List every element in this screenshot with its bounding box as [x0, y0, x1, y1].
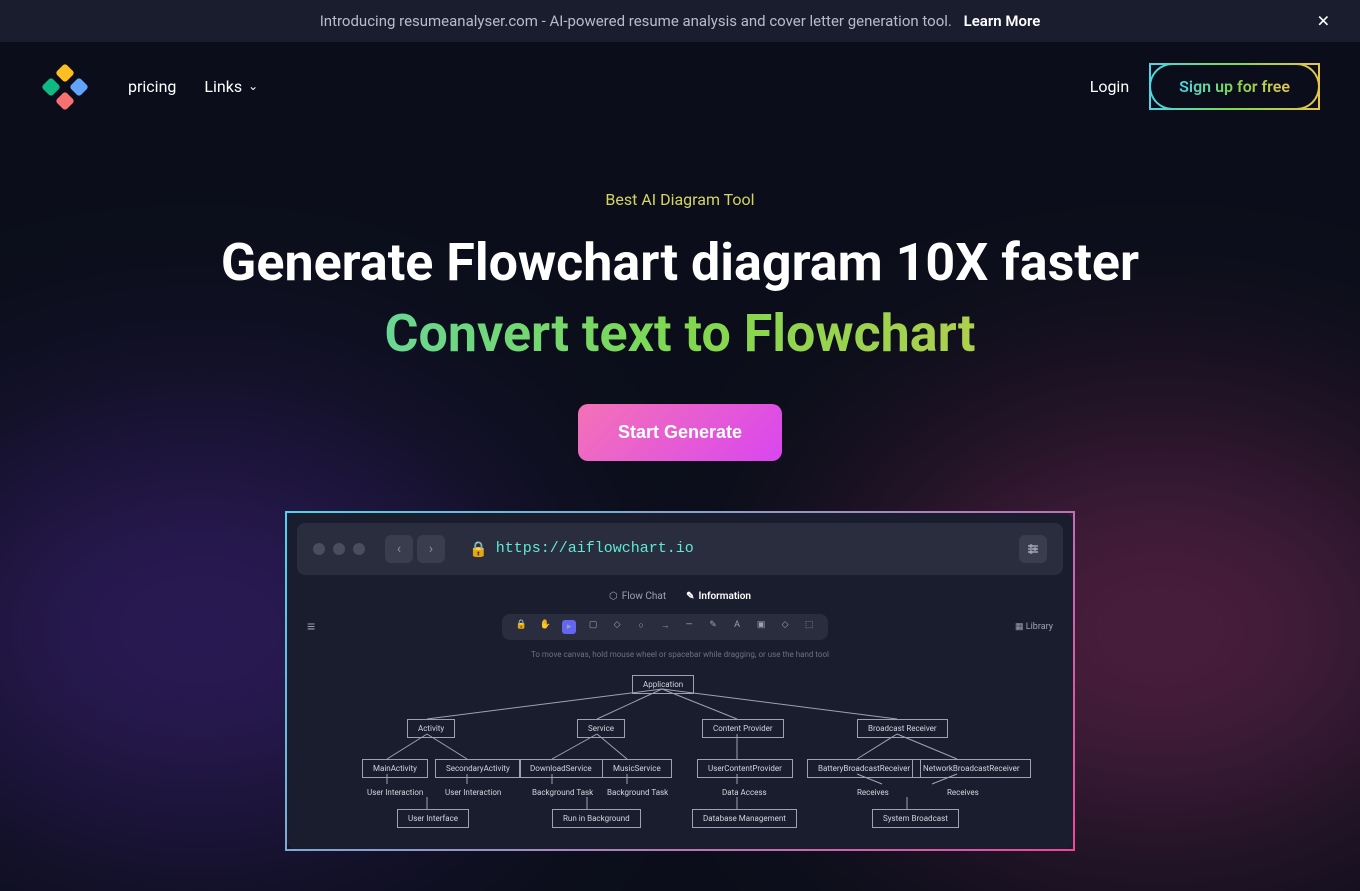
- library-label: Library: [1026, 622, 1053, 632]
- rect-tool-icon[interactable]: ▢: [586, 620, 600, 634]
- lock-icon: 🔒: [469, 540, 488, 558]
- announcement-text: Introducing resumeanalyser.com - AI-powe…: [320, 12, 952, 30]
- node[interactable]: Background Task: [522, 784, 603, 801]
- nav-links-label: Links: [204, 77, 242, 96]
- arrow-tool-icon[interactable]: →: [658, 620, 672, 634]
- signup-button[interactable]: Sign up for free: [1149, 63, 1320, 110]
- tagline: Best AI Diagram Tool: [20, 190, 1340, 209]
- node[interactable]: Broadcast Receiver: [857, 719, 948, 738]
- node[interactable]: Service: [577, 719, 625, 738]
- settings-icon[interactable]: [1019, 535, 1047, 563]
- hero-title: Generate Flowchart diagram 10X faster: [20, 233, 1340, 293]
- url-text: https://aiflowchart.io: [496, 540, 694, 557]
- login-link[interactable]: Login: [1090, 77, 1129, 96]
- image-tool-icon[interactable]: ▣: [754, 620, 768, 634]
- node[interactable]: UserContentProvider: [697, 759, 793, 778]
- eraser-tool-icon[interactable]: ◇: [778, 620, 792, 634]
- chevron-down-icon: ⌄: [248, 79, 258, 93]
- node[interactable]: MainActivity: [362, 759, 428, 778]
- url-prefix: https://: [496, 540, 568, 557]
- preview-frame: ‹ › 🔒 https://aiflowchart.io: [285, 511, 1075, 851]
- tab-information-label: Information: [698, 591, 751, 602]
- tab-information[interactable]: ✎ Information: [686, 591, 751, 602]
- traffic-light-icon: [313, 543, 325, 555]
- preview-container: ‹ › 🔒 https://aiflowchart.io: [285, 511, 1075, 851]
- node[interactable]: User Interaction: [435, 784, 511, 801]
- hero-section: Best AI Diagram Tool Generate Flowchart …: [0, 130, 1360, 891]
- line-tool-icon[interactable]: —: [682, 620, 696, 634]
- node[interactable]: Activity: [407, 719, 455, 738]
- node[interactable]: BatteryBroadcastReceiver: [807, 759, 921, 778]
- announcement-bar: Introducing resumeanalyser.com - AI-powe…: [0, 0, 1360, 42]
- node[interactable]: Application: [632, 675, 694, 694]
- circle-tool-icon[interactable]: ○: [634, 620, 648, 634]
- library-button[interactable]: ▦ Library: [1015, 622, 1053, 632]
- node[interactable]: System Broadcast: [872, 809, 959, 828]
- node[interactable]: Receives: [937, 784, 989, 801]
- text-tool-icon[interactable]: A: [730, 620, 744, 634]
- flowchat-icon: ⬡: [609, 591, 618, 602]
- signup-label: Sign up for free: [1179, 77, 1290, 96]
- start-generate-button[interactable]: Start Generate: [578, 404, 782, 461]
- node[interactable]: User Interaction: [357, 784, 433, 801]
- node[interactable]: Background Task: [597, 784, 678, 801]
- node[interactable]: Run in Background: [552, 809, 641, 828]
- tool-palette: 🔒 ✋ ▸ ▢ ◇ ○ → — ✎ A ▣ ◇ ⬚: [502, 614, 828, 640]
- lock-tool-icon[interactable]: 🔒: [514, 620, 528, 634]
- app-toolbar: ≡ 🔒 ✋ ▸ ▢ ◇ ○ → — ✎ A ▣ ◇ ⬚ ▦: [287, 608, 1073, 646]
- learn-more-link[interactable]: Learn More: [964, 12, 1041, 30]
- hand-tool-icon[interactable]: ✋: [538, 620, 552, 634]
- url-host: aiflowchart.io: [568, 540, 694, 557]
- pen-tool-icon[interactable]: ✎: [706, 620, 720, 634]
- browser-nav-arrows: ‹ ›: [385, 535, 445, 563]
- more-tool-icon[interactable]: ⬚: [802, 620, 816, 634]
- nav-links-dropdown[interactable]: Links ⌄: [204, 77, 258, 96]
- nav-links: pricing Links ⌄: [128, 77, 258, 96]
- library-icon: ▦: [1015, 622, 1024, 632]
- node[interactable]: User Interface: [397, 809, 469, 828]
- traffic-light-icon: [333, 543, 345, 555]
- node[interactable]: Content Provider: [702, 719, 784, 738]
- node[interactable]: Database Management: [692, 809, 797, 828]
- nav-pricing[interactable]: pricing: [128, 77, 176, 96]
- back-icon[interactable]: ‹: [385, 535, 413, 563]
- node[interactable]: SecondaryActivity: [435, 759, 521, 778]
- pointer-tool-icon[interactable]: ▸: [562, 620, 576, 634]
- tab-flowchat-label: Flow Chat: [622, 591, 666, 602]
- hint-text: To move canvas, hold mouse wheel or spac…: [287, 646, 1073, 669]
- url-bar: 🔒 https://aiflowchart.io: [457, 540, 1007, 558]
- traffic-light-icon: [353, 543, 365, 555]
- app-tabs: ⬡ Flow Chat ✎ Information: [287, 585, 1073, 608]
- close-icon[interactable]: ✕: [1317, 12, 1330, 31]
- node[interactable]: DownloadService: [519, 759, 603, 778]
- node[interactable]: Receives: [847, 784, 899, 801]
- logo[interactable]: [40, 62, 88, 110]
- menu-icon[interactable]: ≡: [307, 618, 315, 635]
- tab-flowchat[interactable]: ⬡ Flow Chat: [609, 591, 666, 602]
- info-icon: ✎: [686, 591, 694, 602]
- diagram-canvas[interactable]: Application Activity Service Content Pro…: [287, 669, 1073, 849]
- forward-icon[interactable]: ›: [417, 535, 445, 563]
- nav-right: Login Sign up for free: [1090, 63, 1320, 110]
- traffic-lights: [313, 543, 365, 555]
- browser-chrome: ‹ › 🔒 https://aiflowchart.io: [297, 523, 1063, 575]
- diamond-tool-icon[interactable]: ◇: [610, 620, 624, 634]
- node[interactable]: NetworkBroadcastReceiver: [912, 759, 1031, 778]
- navbar: pricing Links ⌄ Login Sign up for free: [0, 42, 1360, 130]
- node[interactable]: MusicService: [602, 759, 672, 778]
- node[interactable]: Data Access: [712, 784, 777, 801]
- hero-subtitle: Convert text to Flowchart: [20, 303, 1340, 364]
